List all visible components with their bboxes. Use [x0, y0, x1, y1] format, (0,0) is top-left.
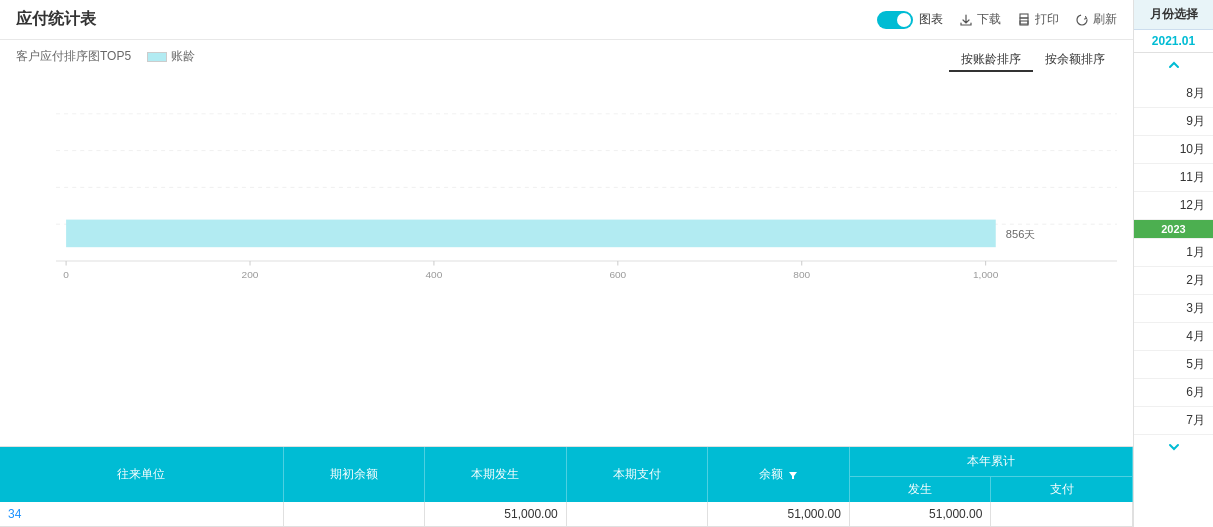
col-header-balance: 余额: [708, 447, 850, 502]
sidebar-item-4[interactable]: 4月: [1134, 323, 1213, 351]
chart-area: 客户应付排序图TOP5 账龄 按账龄排序 按余额排序: [0, 40, 1133, 446]
legend-title: 客户应付排序图TOP5: [16, 48, 131, 65]
sidebar-item-11[interactable]: 11月: [1134, 164, 1213, 192]
cell-period-pay: [566, 502, 708, 527]
svg-marker-22: [789, 472, 797, 479]
col-header-ytd-pay: 支付: [991, 477, 1133, 503]
chart-wrapper: 34 856天 0 200 400 600 800 1,000: [56, 77, 1117, 357]
svg-rect-0: [1020, 14, 1028, 18]
sidebar: 月份选择 2021.01 8月 9月 10月 11月 12月 2023 1月 2…: [1133, 0, 1213, 527]
col-header-ytd-occur: 发生: [849, 477, 991, 503]
svg-text:856天: 856天: [1006, 228, 1036, 239]
chart-header: 客户应付排序图TOP5 账龄 按账龄排序 按余额排序: [16, 48, 1117, 73]
legend-item: 账龄: [147, 48, 195, 65]
download-label: 下载: [977, 11, 1001, 28]
bar-rect: [66, 220, 996, 248]
refresh-label: 刷新: [1093, 11, 1117, 28]
sidebar-item-10[interactable]: 10月: [1134, 136, 1213, 164]
chart-toggle-label: 图表: [919, 11, 943, 28]
svg-text:1,000: 1,000: [973, 269, 998, 279]
chart-toggle-switch[interactable]: [877, 11, 913, 29]
svg-text:600: 600: [609, 269, 626, 279]
legend-label: 账龄: [171, 48, 195, 65]
cell-period-occur: 51,000.00: [425, 502, 567, 527]
print-icon: [1017, 13, 1031, 27]
page-title: 应付统计表: [16, 9, 96, 30]
cell-balance: 51,000.00: [708, 502, 850, 527]
svg-text:0: 0: [63, 269, 69, 279]
table-wrapper: 往来单位 期初余额 本期发生 本期支付 余额 本年累计: [0, 447, 1133, 527]
legend-color-box: [147, 52, 167, 62]
cell-ytd-pay: [991, 502, 1133, 527]
cell-unit: 34: [0, 502, 283, 527]
refresh-button[interactable]: 刷新: [1075, 11, 1117, 28]
chevron-down-icon: [1166, 439, 1182, 455]
download-button[interactable]: 下载: [959, 11, 1001, 28]
sidebar-item-12[interactable]: 12月: [1134, 192, 1213, 220]
col-header-unit: 往来单位: [0, 447, 283, 502]
table-row: 34 51,000.00 51,000.00 51,000.00: [0, 502, 1133, 527]
sort-by-amount-tab[interactable]: 按余额排序: [1033, 49, 1117, 72]
sidebar-item-9[interactable]: 9月: [1134, 108, 1213, 136]
svg-text:400: 400: [425, 269, 442, 279]
col-header-period-occur: 本期发生: [425, 447, 567, 502]
nav-up-button[interactable]: [1134, 53, 1213, 80]
refresh-icon: [1075, 13, 1089, 27]
filter-icon[interactable]: [788, 470, 798, 480]
sidebar-nav: 8月 9月 10月 11月 12月 2023 1月 2月 3月 4月 5月 6月…: [1134, 53, 1213, 527]
download-icon: [959, 13, 973, 27]
data-table: 往来单位 期初余额 本期发生 本期支付 余额 本年累计: [0, 447, 1133, 527]
col-header-period-pay: 本期支付: [566, 447, 708, 502]
unit-link[interactable]: 34: [8, 507, 21, 521]
chart-toggle-container[interactable]: 图表: [877, 11, 943, 29]
main-content: 应付统计表 图表 下载: [0, 0, 1133, 527]
svg-text:200: 200: [242, 269, 259, 279]
table-area: 往来单位 期初余额 本期发生 本期支付 余额 本年累计: [0, 446, 1133, 527]
sort-by-balance-tab[interactable]: 按账龄排序: [949, 49, 1033, 72]
chart-legend: 客户应付排序图TOP5 账龄: [16, 48, 195, 65]
svg-text:800: 800: [793, 269, 810, 279]
chevron-up-icon: [1166, 57, 1182, 73]
header: 应付统计表 图表 下载: [0, 0, 1133, 40]
sidebar-item-7[interactable]: 7月: [1134, 407, 1213, 435]
sidebar-year-2023[interactable]: 2023: [1134, 220, 1213, 239]
sidebar-item-3[interactable]: 3月: [1134, 295, 1213, 323]
sidebar-item-2[interactable]: 2月: [1134, 267, 1213, 295]
page-container: 应付统计表 图表 下载: [0, 0, 1213, 527]
cell-ytd-occur: 51,000.00: [849, 502, 991, 527]
cell-period-balance: [283, 502, 425, 527]
col-header-ytd: 本年累计: [849, 447, 1132, 477]
header-actions: 图表 下载 打印: [877, 11, 1117, 29]
sidebar-item-6[interactable]: 6月: [1134, 379, 1213, 407]
col-header-period-balance: 期初余额: [283, 447, 425, 502]
sidebar-item-5[interactable]: 5月: [1134, 351, 1213, 379]
bar-chart: 34 856天 0 200 400 600 800 1,000: [56, 77, 1117, 307]
sort-tabs: 按账龄排序 按余额排序: [949, 49, 1117, 72]
print-label: 打印: [1035, 11, 1059, 28]
sidebar-item-8[interactable]: 8月: [1134, 80, 1213, 108]
sidebar-year-value[interactable]: 2021.01: [1134, 30, 1213, 53]
nav-down-button[interactable]: [1134, 435, 1213, 462]
sidebar-item-1[interactable]: 1月: [1134, 239, 1213, 267]
print-button[interactable]: 打印: [1017, 11, 1059, 28]
sidebar-header: 月份选择: [1134, 0, 1213, 30]
